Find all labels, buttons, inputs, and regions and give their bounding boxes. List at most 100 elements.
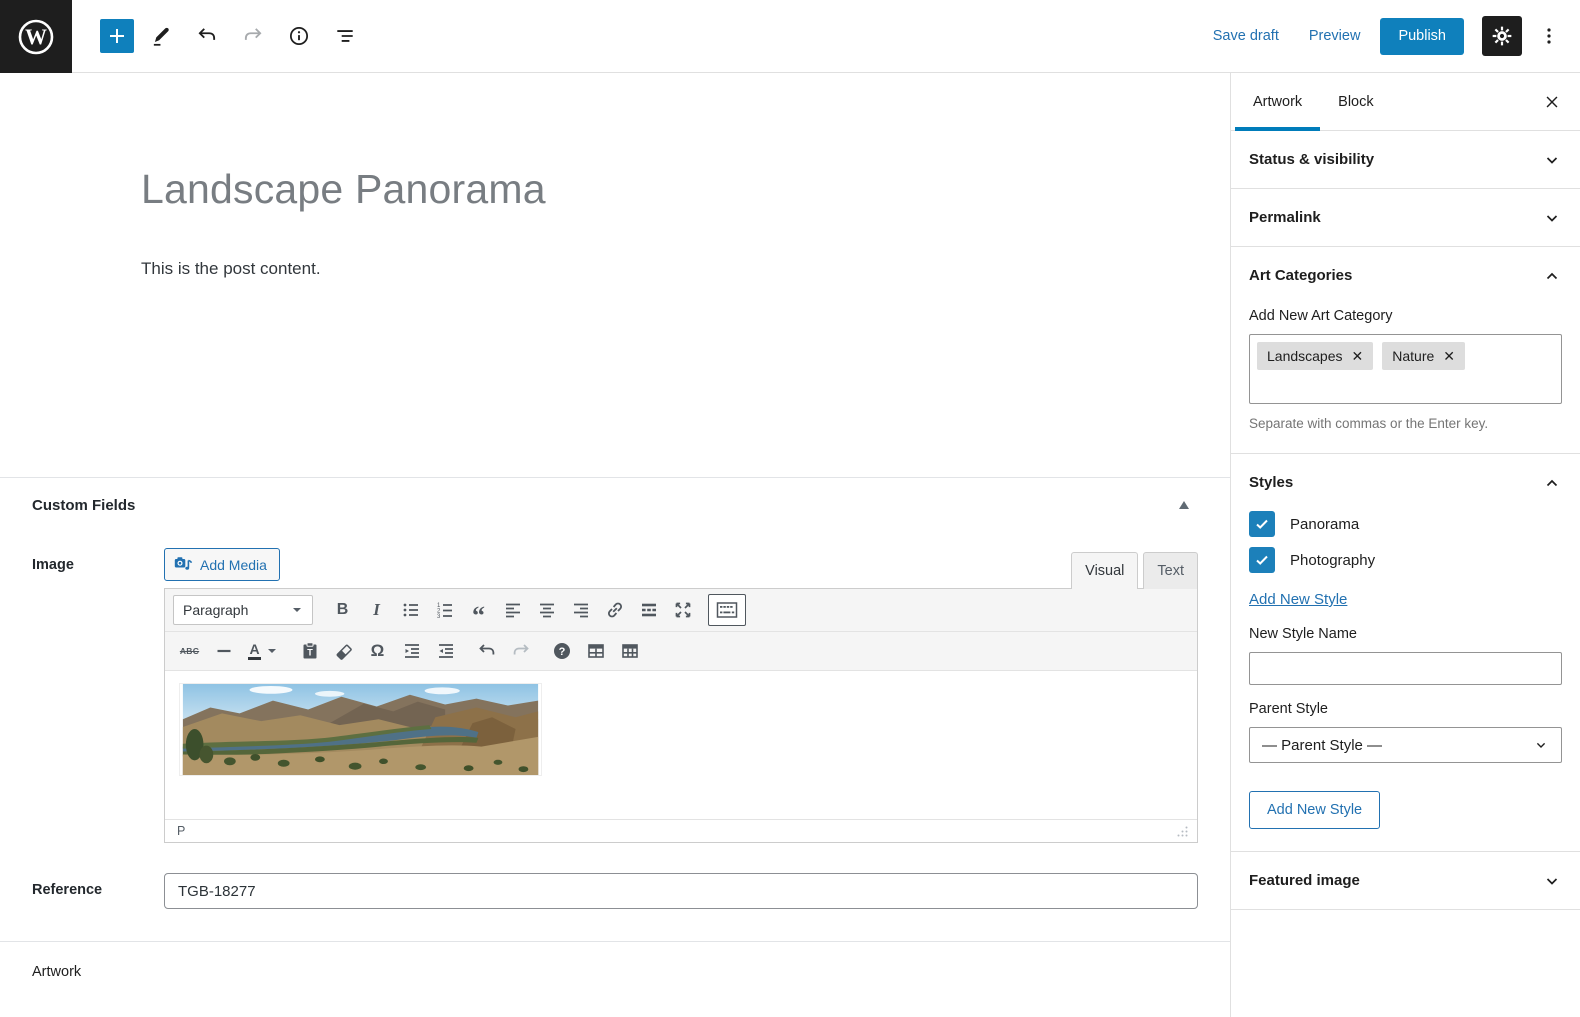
read-more-button[interactable] [632,595,665,625]
panorama-landscape-image[interactable] [179,683,542,776]
editor-mode-tabs: Visual Text [1071,552,1198,589]
custom-fields-metabox: Custom Fields Image [0,477,1230,909]
post-title[interactable]: Landscape Panorama [141,166,1230,213]
insert-link-button[interactable] [598,595,631,625]
paste-as-text-button[interactable]: T [293,636,326,666]
remove-token-button[interactable]: ✕ [1352,349,1364,363]
special-character-button[interactable]: Ω [361,636,394,666]
options-menu-button[interactable] [1532,16,1566,56]
text-color-button[interactable]: A [241,636,285,666]
resize-grabber[interactable] [1175,824,1189,838]
pencil-icon [150,25,172,47]
tab-text[interactable]: Text [1143,552,1198,589]
art-categories-body: Add New Art Category Landscapes ✕ Nature… [1231,308,1580,453]
custom-fields-title: Custom Fields [32,497,135,514]
bullet-list-icon [401,600,421,620]
settings-button[interactable] [1482,16,1522,56]
permalink-toggle[interactable]: Permalink [1231,189,1580,246]
status-visibility-toggle[interactable]: Status & visibility [1231,131,1580,188]
tab-block[interactable]: Block [1320,73,1391,130]
outdent-button[interactable] [395,636,428,666]
parent-style-value: — Parent Style — [1262,737,1382,754]
bullet-list-button[interactable] [394,595,427,625]
post-content[interactable]: This is the post content. [141,259,1230,279]
table-properties-button[interactable] [613,636,646,666]
remove-token-button[interactable]: ✕ [1443,349,1455,363]
table-button[interactable] [579,636,612,666]
art-categories-toggle[interactable]: Art Categories [1231,247,1580,304]
strikethrough-button[interactable]: ABC [173,636,206,666]
numbered-list-button[interactable]: 1 2 3 [428,595,461,625]
new-style-name-input[interactable] [1249,652,1562,685]
tab-visual[interactable]: Visual [1071,552,1138,589]
clear-formatting-button[interactable] [327,636,360,666]
collapse-metabox-button[interactable] [1170,494,1198,516]
align-left-button[interactable] [496,595,529,625]
undo-button[interactable] [188,17,226,55]
breadcrumb[interactable]: Artwork [32,964,81,980]
style-checkbox-row: Panorama [1249,511,1562,537]
featured-image-toggle[interactable]: Featured image [1231,852,1580,909]
category-token-input[interactable]: Landscapes ✕ Nature ✕ [1249,334,1562,404]
horizontal-rule-button[interactable] [207,636,240,666]
add-media-button[interactable]: Add Media [164,548,280,581]
edit-mode-button[interactable] [142,17,180,55]
svg-text:?: ? [558,646,565,658]
close-sidebar-button[interactable] [1534,84,1570,120]
list-view-icon [334,25,356,47]
checkbox-photography[interactable] [1249,547,1275,573]
category-token: Nature ✕ [1382,342,1465,370]
chevron-up-icon [1542,473,1562,493]
editor-content-area[interactable] [165,671,1197,819]
details-button[interactable] [280,17,318,55]
paragraph-format-value: Paragraph [183,602,248,618]
tab-artwork[interactable]: Artwork [1235,73,1320,130]
checkbox-panorama[interactable] [1249,511,1275,537]
styles-title: Styles [1249,474,1293,491]
eraser-icon [334,641,354,661]
chevron-up-icon [1542,266,1562,286]
reference-input[interactable] [164,873,1198,909]
styles-toggle[interactable]: Styles [1231,454,1580,511]
editor-canvas: Landscape Panorama This is the post cont… [0,73,1230,1017]
add-new-style-link[interactable]: Add New Style [1249,591,1347,608]
redo-icon [242,25,264,47]
list-view-button[interactable] [326,17,364,55]
help-button[interactable]: ? [545,636,578,666]
parent-style-select[interactable]: — Parent Style — [1249,727,1562,763]
fullscreen-button[interactable] [666,595,699,625]
redo-button[interactable] [234,17,272,55]
panel-art-categories: Art Categories Add New Art Category Land… [1231,247,1580,454]
italic-button[interactable]: I [360,595,393,625]
bold-button[interactable]: B [326,595,359,625]
image-field-label: Image [32,548,164,843]
fullscreen-icon [673,600,693,620]
close-icon [1543,93,1561,111]
blockquote-button[interactable]: “ [462,595,495,625]
styles-body: Panorama Photography Add New Style New S… [1231,511,1580,851]
preview-button[interactable]: Preview [1299,20,1371,52]
image-field-row: Image [32,548,1198,843]
align-center-button[interactable] [530,595,563,625]
align-right-button[interactable] [564,595,597,625]
editor-undo-button[interactable] [470,636,503,666]
svg-text:W: W [25,24,47,49]
topbar-left-tools [100,0,364,72]
save-draft-button[interactable]: Save draft [1203,20,1289,52]
svg-text:3: 3 [437,614,441,620]
add-new-style-button[interactable]: Add New Style [1249,791,1380,829]
paragraph-format-select[interactable]: Paragraph [173,595,313,625]
element-path[interactable]: P [177,824,185,838]
editor-redo-button[interactable] [504,636,537,666]
block-inserter-button[interactable] [100,19,134,53]
new-style-name-label: New Style Name [1249,626,1562,642]
publish-button[interactable]: Publish [1380,18,1464,55]
ellipsis-icon [1539,26,1559,46]
info-icon [288,25,310,47]
toolbar-toggle-button[interactable] [708,594,746,626]
table-grid-icon [620,641,640,661]
indent-button[interactable] [429,636,462,666]
wordpress-logo[interactable]: W [0,0,72,73]
media-icon [174,556,193,573]
undo-icon [196,25,218,47]
